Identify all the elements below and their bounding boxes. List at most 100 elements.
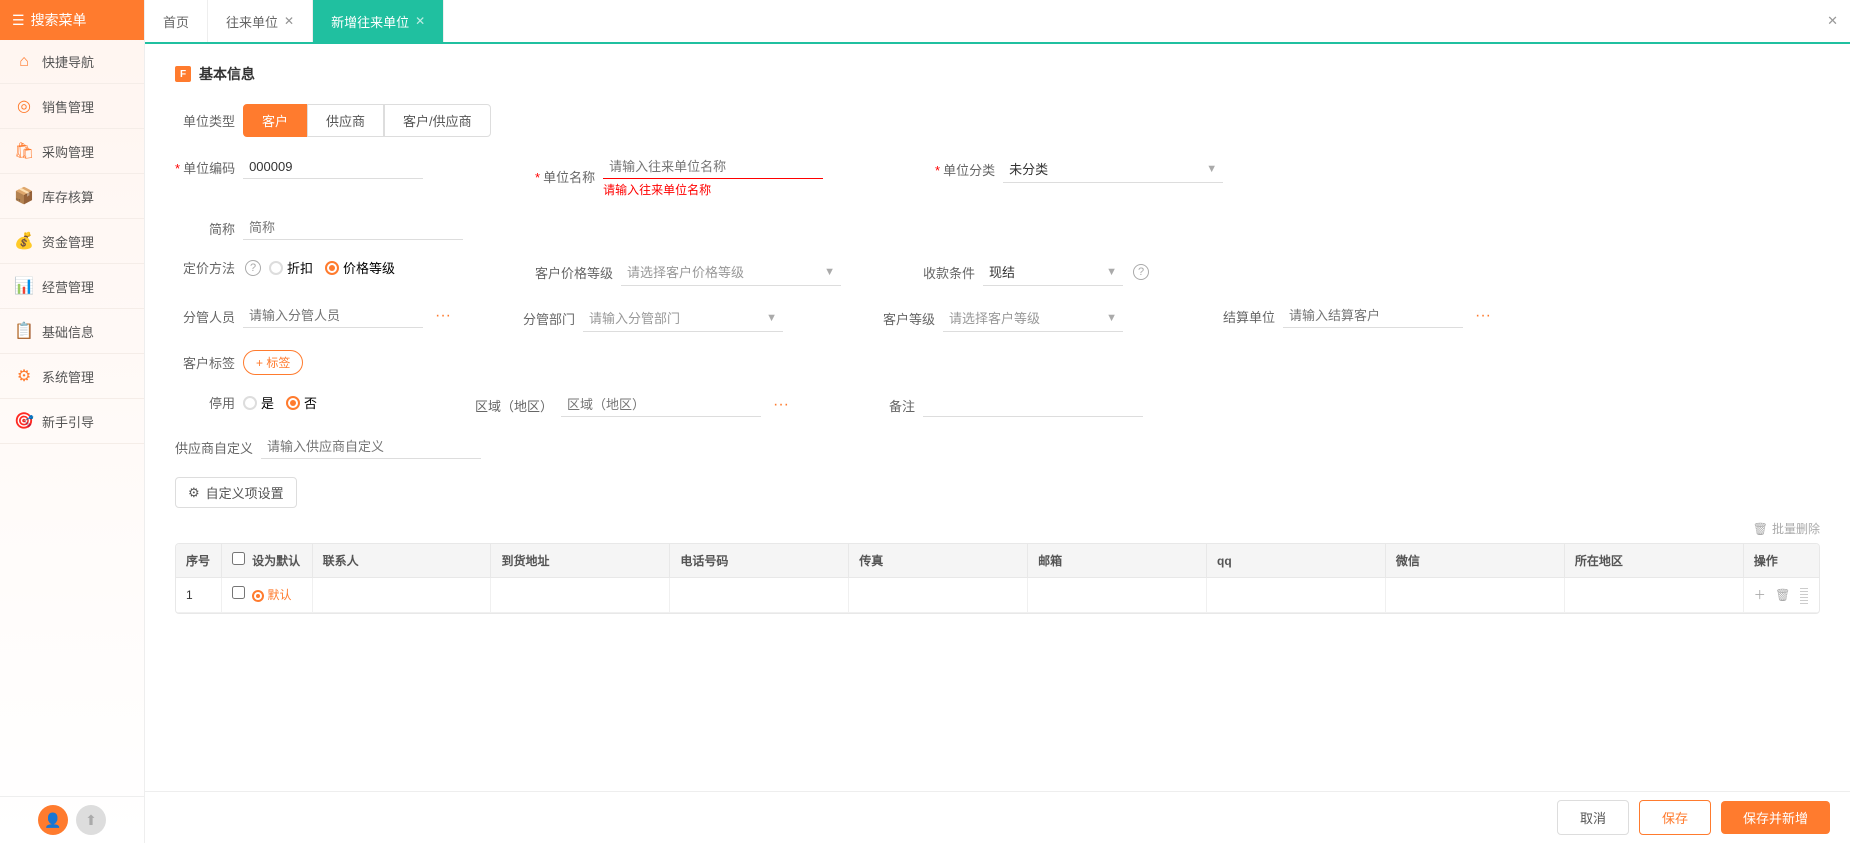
customer-price-select[interactable]: 请选择客户价格等级 ▼ bbox=[621, 258, 841, 286]
default-label: 默认 bbox=[267, 588, 291, 602]
cell-contact[interactable] bbox=[312, 578, 491, 613]
unit-category-label: 单位分类 bbox=[935, 160, 995, 179]
phone-input[interactable] bbox=[680, 588, 838, 602]
row-checkbox[interactable] bbox=[232, 586, 245, 599]
region-dots-btn[interactable]: ··· bbox=[769, 396, 793, 414]
type-btn-both[interactable]: 客户/供应商 bbox=[384, 104, 491, 137]
address-input[interactable] bbox=[501, 588, 659, 602]
sidebar-item-label: 销售管理 bbox=[42, 97, 94, 116]
newbie-icon: 🎯 bbox=[14, 411, 34, 431]
tab-new-counterparty[interactable]: 新增往来单位 ✕ bbox=[313, 0, 444, 42]
manager-dots-btn[interactable]: ··· bbox=[431, 307, 455, 325]
unit-name-input[interactable] bbox=[603, 155, 823, 179]
remark-input[interactable] bbox=[923, 393, 1143, 417]
cell-phone[interactable] bbox=[670, 578, 849, 613]
disabled-option-yes[interactable]: 是 bbox=[243, 393, 274, 412]
short-name-input[interactable] bbox=[243, 216, 463, 240]
cell-qq[interactable] bbox=[1207, 578, 1386, 613]
add-row-icon[interactable]: ＋ bbox=[1754, 588, 1766, 602]
customer-level-select[interactable]: 请选择客户等级 ▼ bbox=[943, 304, 1123, 332]
unit-name-label: 单位名称 bbox=[535, 167, 595, 186]
cell-action: ＋ 🗑 bbox=[1743, 578, 1819, 613]
add-tag-button[interactable]: + 标签 bbox=[243, 350, 303, 375]
tags-field: 客户标签 + 标签 bbox=[175, 350, 1820, 375]
email-input[interactable] bbox=[1038, 588, 1196, 602]
cancel-button[interactable]: 取消 bbox=[1557, 800, 1629, 835]
region-input[interactable] bbox=[561, 393, 761, 417]
disabled-no-circle bbox=[286, 396, 300, 410]
sidebar-bottom-btn-1[interactable]: 👤 bbox=[38, 805, 68, 835]
sidebar-item-label: 新手引导 bbox=[42, 412, 94, 431]
save-button[interactable]: 保存 bbox=[1639, 800, 1711, 835]
tab-new-counterparty-close[interactable]: ✕ bbox=[415, 14, 425, 28]
sidebar-bottom-btn-2[interactable]: ⬆ bbox=[76, 805, 106, 835]
basic-info-icon: 📋 bbox=[14, 321, 34, 341]
sidebar-item-finance[interactable]: 💰 资金管理 bbox=[0, 219, 144, 264]
short-name-field: 简称 bbox=[175, 216, 495, 240]
delete-row-icon[interactable]: 🗑 bbox=[1775, 588, 1790, 602]
region-cell-input[interactable] bbox=[1575, 588, 1733, 602]
supplier-custom-input[interactable] bbox=[261, 435, 481, 459]
sidebar-item-inventory[interactable]: 📦 库存核算 bbox=[0, 174, 144, 219]
disabled-option-no[interactable]: 否 bbox=[286, 393, 317, 412]
region-field: 区域（地区） ··· bbox=[475, 393, 835, 417]
sidebar-item-sales[interactable]: ◎ 销售管理 bbox=[0, 84, 144, 129]
cell-fax[interactable] bbox=[849, 578, 1028, 613]
sidebar-item-purchase[interactable]: 🛍 采购管理 bbox=[0, 129, 144, 174]
row-drag-handle[interactable] bbox=[1800, 588, 1808, 604]
region-label: 区域（地区） bbox=[475, 396, 553, 415]
sidebar-search[interactable]: ☰ 搜索菜单 bbox=[0, 0, 144, 40]
col-wechat: 微信 bbox=[1385, 544, 1564, 578]
wechat-input[interactable] bbox=[1396, 588, 1554, 602]
pricing-help-icon[interactable]: ? bbox=[245, 260, 261, 276]
col-action: 操作 bbox=[1743, 544, 1819, 578]
type-btn-supplier[interactable]: 供应商 bbox=[307, 104, 384, 137]
manager-input[interactable] bbox=[243, 304, 423, 328]
disabled-label: 停用 bbox=[175, 393, 235, 412]
sidebar-item-quick-nav[interactable]: ⌂ 快捷导航 bbox=[0, 40, 144, 84]
unit-name-error: 请输入往来单位名称 bbox=[603, 181, 823, 198]
cell-email[interactable] bbox=[1028, 578, 1207, 613]
tab-counterparty-close[interactable]: ✕ bbox=[284, 14, 294, 28]
unit-code-input[interactable] bbox=[243, 155, 423, 179]
sidebar-item-newbie[interactable]: 🎯 新手引导 bbox=[0, 399, 144, 444]
manager-row: 分管人员 ··· 分管部门 请输入分管部门 ▼ 客户等级 请选择客户等级 ▼ bbox=[175, 304, 1820, 332]
settlement-dots-btn[interactable]: ··· bbox=[1471, 307, 1495, 325]
select-all-checkbox[interactable] bbox=[232, 552, 245, 565]
pricing-radio-group: 折扣 价格等级 bbox=[269, 258, 395, 277]
pricing-option-discount[interactable]: 折扣 bbox=[269, 258, 313, 277]
cell-region[interactable] bbox=[1564, 578, 1743, 613]
custom-settings-button[interactable]: ⚙ 自定义项设置 bbox=[175, 477, 297, 508]
sidebar-item-label: 系统管理 bbox=[42, 367, 94, 386]
fax-input[interactable] bbox=[859, 588, 1017, 602]
section-icon: F bbox=[175, 66, 191, 82]
pricing-price-level-circle bbox=[325, 261, 339, 275]
pricing-option-price-level[interactable]: 价格等级 bbox=[325, 258, 395, 277]
sidebar-item-operation[interactable]: 📊 经营管理 bbox=[0, 264, 144, 309]
qq-input[interactable] bbox=[1217, 588, 1375, 602]
quick-nav-icon: ⌂ bbox=[14, 53, 34, 71]
section-title: 基本信息 bbox=[199, 64, 255, 84]
department-select[interactable]: 请输入分管部门 ▼ bbox=[583, 304, 783, 332]
sidebar-item-system[interactable]: ⚙ 系统管理 bbox=[0, 354, 144, 399]
supplier-custom-row: 供应商自定义 bbox=[175, 435, 1820, 459]
tab-home[interactable]: 首页 bbox=[145, 0, 208, 42]
contact-input[interactable] bbox=[323, 588, 481, 602]
col-seq: 序号 bbox=[176, 544, 221, 578]
contact-table: 序号 设为默认 联系人 到货地址 电话号码 传真 邮箱 qq 微信 所在地区 bbox=[175, 543, 1820, 614]
save-new-button[interactable]: 保存并新增 bbox=[1721, 801, 1830, 834]
sidebar-item-basic-info[interactable]: 📋 基础信息 bbox=[0, 309, 144, 354]
tab-bar-close-all[interactable]: ✕ bbox=[1815, 0, 1850, 42]
cell-address[interactable] bbox=[491, 578, 670, 613]
department-field: 分管部门 请输入分管部门 ▼ bbox=[515, 304, 855, 332]
cell-wechat[interactable] bbox=[1385, 578, 1564, 613]
payment-help-icon[interactable]: ? bbox=[1133, 264, 1149, 280]
pricing-label: 定价方法 bbox=[175, 258, 235, 277]
payment-select[interactable]: 现结 ▼ bbox=[983, 258, 1123, 286]
type-btn-customer[interactable]: 客户 bbox=[243, 104, 307, 137]
batch-delete-btn[interactable]: 🗑 批量删除 bbox=[175, 520, 1820, 537]
tab-counterparty[interactable]: 往来单位 ✕ bbox=[208, 0, 313, 42]
settlement-input[interactable] bbox=[1283, 304, 1463, 328]
unit-category-select[interactable]: 未分类 ▼ bbox=[1003, 155, 1223, 183]
search-icon: ☰ bbox=[12, 12, 25, 29]
